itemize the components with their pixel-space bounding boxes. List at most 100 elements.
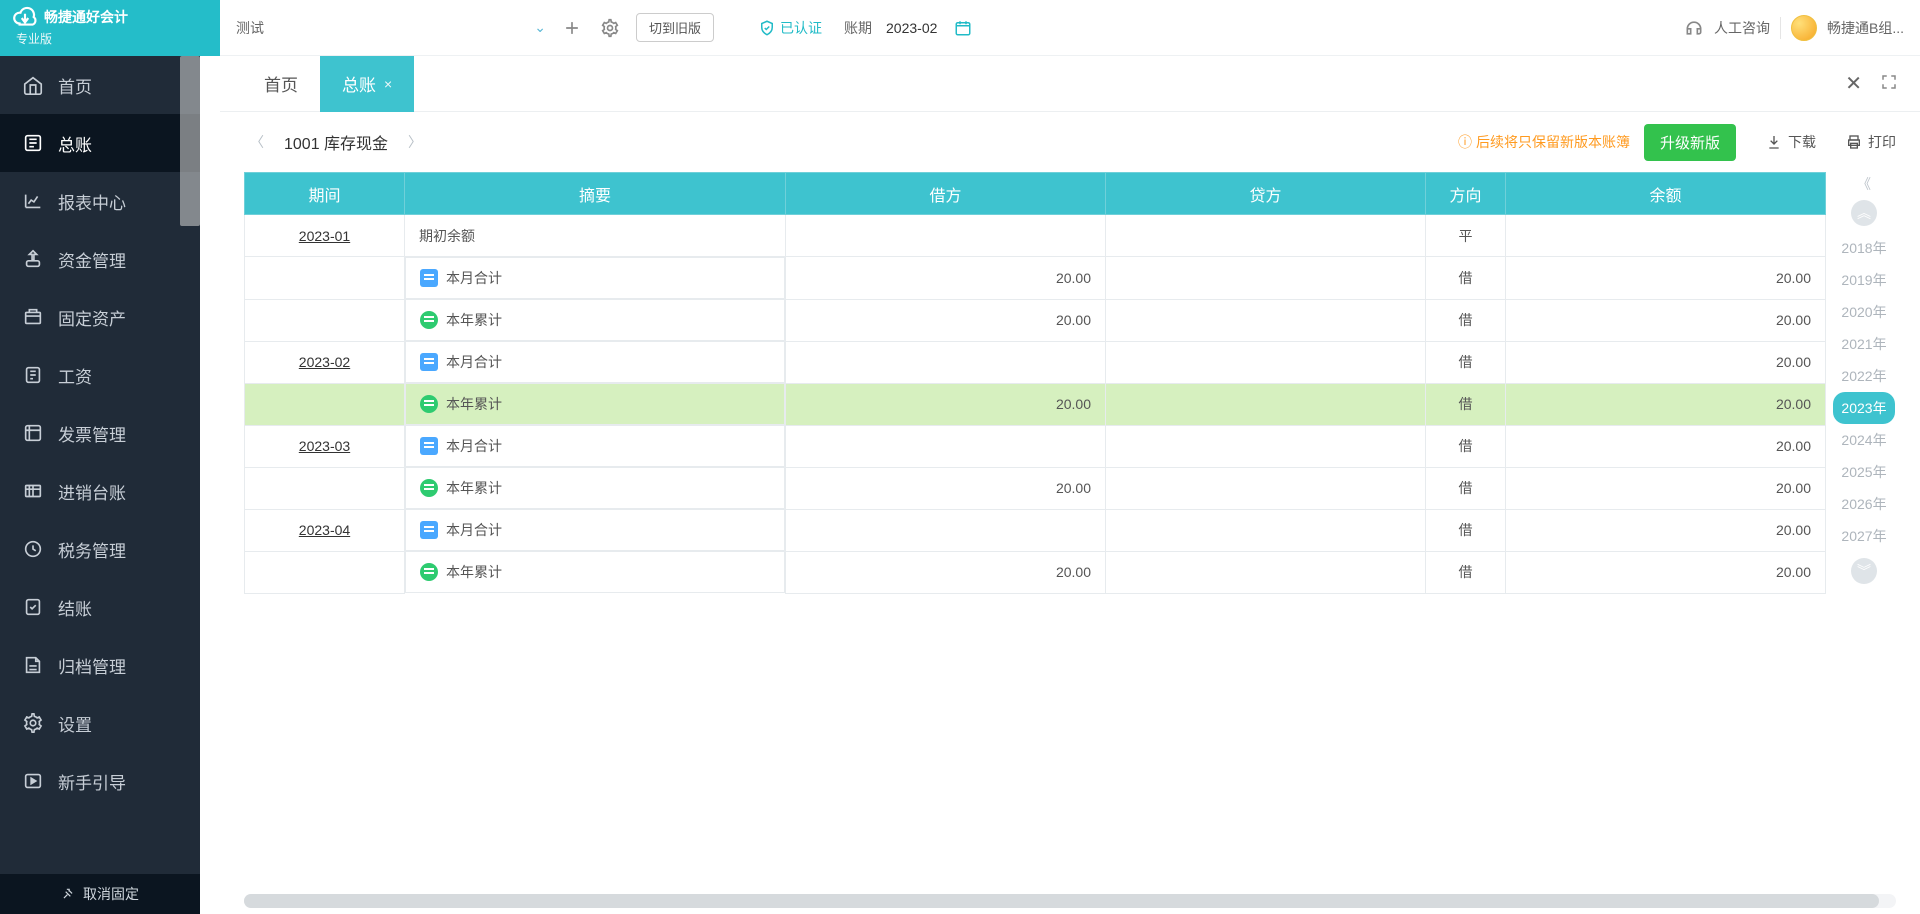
table-row: 2023-02本月合计借20.00 — [245, 341, 1826, 383]
cell-balance — [1506, 215, 1826, 257]
cell-debit: 20.00 — [786, 383, 1106, 425]
sidebar-item-label: 工资 — [58, 363, 92, 388]
cell-debit — [786, 341, 1106, 383]
year-option[interactable]: 2023年 — [1833, 392, 1894, 424]
brand-block: 畅捷通好会计 专业版 — [0, 0, 220, 56]
cloud-logo-icon — [12, 4, 38, 30]
col-dir: 方向 — [1426, 173, 1506, 215]
year-option[interactable]: 2027年 — [1833, 520, 1894, 552]
year-option[interactable]: 2025年 — [1833, 456, 1894, 488]
cell-summary: 本年累计 — [405, 299, 785, 341]
summary-badge-icon — [420, 563, 438, 581]
cell-period — [245, 299, 405, 341]
cell-balance: 20.00 — [1506, 551, 1826, 593]
cell-debit — [786, 215, 1106, 257]
headset-icon[interactable] — [1684, 18, 1704, 38]
fullscreen-icon[interactable] — [1880, 73, 1898, 94]
year-option[interactable]: 2022年 — [1833, 360, 1894, 392]
sidebar-item-5[interactable]: 工资 — [0, 346, 200, 404]
cell-credit — [1106, 215, 1426, 257]
cell-balance: 20.00 — [1506, 509, 1826, 551]
cell-period[interactable]: 2023-04 — [245, 509, 405, 551]
upgrade-button[interactable]: 升级新版 — [1644, 124, 1736, 161]
sidebar-item-label: 归档管理 — [58, 653, 126, 678]
cell-credit — [1106, 425, 1426, 467]
nav-icon — [22, 538, 44, 560]
sidebar-item-12[interactable]: 新手引导 — [0, 752, 200, 810]
nav-icon — [22, 248, 44, 270]
gear-icon[interactable] — [598, 16, 622, 40]
cell-debit: 20.00 — [786, 551, 1106, 593]
support-link[interactable]: 人工咨询 — [1714, 18, 1770, 38]
scrollbar-thumb[interactable] — [244, 894, 1879, 908]
sidebar-item-2[interactable]: 报表中心 — [0, 172, 200, 230]
rail-collapse-icon[interactable]: 《 — [1857, 174, 1871, 194]
cell-balance: 20.00 — [1506, 425, 1826, 467]
calendar-icon[interactable] — [951, 16, 975, 40]
cell-balance: 20.00 — [1506, 467, 1826, 509]
rail-up-icon[interactable]: ︽ — [1851, 200, 1877, 226]
nav-icon — [22, 770, 44, 792]
header-bar: 测试 ⌄ 切到旧版 已认证 账期 2023-02 人工咨询 畅捷通B组... — [220, 0, 1920, 56]
sidebar-item-10[interactable]: 归档管理 — [0, 636, 200, 694]
sidebar-item-3[interactable]: 资金管理 — [0, 230, 200, 288]
horizontal-scrollbar[interactable] — [244, 894, 1896, 908]
cell-credit — [1106, 257, 1426, 300]
unpin-button[interactable]: 取消固定 — [0, 874, 200, 914]
ledger-table: 期间 摘要 借方 贷方 方向 余额 2023-01期初余额平本月合计20.00借… — [244, 172, 1826, 594]
col-credit: 贷方 — [1106, 173, 1426, 215]
close-icon[interactable]: ✕ — [1845, 71, 1862, 96]
year-option[interactable]: 2020年 — [1833, 296, 1894, 328]
cell-dir: 借 — [1426, 257, 1506, 300]
deprecation-warning: ⓘ 后续将只保留新版本账簿 — [1458, 132, 1630, 152]
tab-home[interactable]: 首页 — [242, 56, 320, 112]
cell-summary: 期初余额 — [405, 215, 786, 257]
next-account-icon[interactable]: 〉 — [402, 126, 428, 158]
tabs-bar: 首页 总账 × ✕ — [220, 56, 1920, 112]
user-name[interactable]: 畅捷通B组... — [1827, 18, 1904, 38]
switch-old-button[interactable]: 切到旧版 — [636, 13, 714, 42]
company-select[interactable]: 测试 ⌄ — [236, 18, 546, 38]
summary-badge-icon — [420, 269, 438, 287]
cell-period[interactable]: 2023-03 — [245, 425, 405, 467]
cell-period[interactable]: 2023-02 — [245, 341, 405, 383]
rail-down-icon[interactable]: ︾ — [1851, 558, 1877, 584]
sidebar-item-6[interactable]: 发票管理 — [0, 404, 200, 462]
year-option[interactable]: 2018年 — [1833, 232, 1894, 264]
nav-icon — [22, 654, 44, 676]
add-icon[interactable] — [560, 16, 584, 40]
sidebar-item-7[interactable]: 进销台账 — [0, 462, 200, 520]
sidebar-item-label: 总账 — [58, 131, 92, 156]
sidebar-item-8[interactable]: 税务管理 — [0, 520, 200, 578]
cell-credit — [1106, 551, 1426, 593]
sidebar-scrollbar[interactable] — [180, 56, 200, 226]
sidebar-item-11[interactable]: 设置 — [0, 694, 200, 752]
print-button[interactable]: 打印 — [1846, 132, 1896, 152]
tab-ledger[interactable]: 总账 × — [320, 56, 414, 112]
close-tab-icon[interactable]: × — [384, 76, 392, 92]
year-option[interactable]: 2024年 — [1833, 424, 1894, 456]
avatar[interactable] — [1791, 15, 1817, 41]
info-icon: ⓘ — [1458, 132, 1472, 152]
sidebar-item-label: 结账 — [58, 595, 92, 620]
cell-credit — [1106, 299, 1426, 341]
cell-balance: 20.00 — [1506, 299, 1826, 341]
sidebar-item-9[interactable]: 结账 — [0, 578, 200, 636]
cell-dir: 借 — [1426, 425, 1506, 467]
sidebar-item-1[interactable]: 总账 — [0, 114, 200, 172]
year-option[interactable]: 2026年 — [1833, 488, 1894, 520]
sidebar-item-label: 固定资产 — [58, 305, 126, 330]
prev-account-icon[interactable]: 〈 — [244, 126, 270, 158]
year-option[interactable]: 2021年 — [1833, 328, 1894, 360]
sidebar-item-4[interactable]: 固定资产 — [0, 288, 200, 346]
sidebar-item-0[interactable]: 首页 — [0, 56, 200, 114]
cell-period[interactable]: 2023-01 — [245, 215, 405, 257]
summary-badge-icon — [420, 353, 438, 371]
sidebar-item-label: 首页 — [58, 73, 92, 98]
summary-badge-icon — [420, 395, 438, 413]
download-button[interactable]: 下载 — [1766, 132, 1816, 152]
cell-credit — [1106, 341, 1426, 383]
year-option[interactable]: 2019年 — [1833, 264, 1894, 296]
table-row: 2023-03本月合计借20.00 — [245, 425, 1826, 467]
summary-badge-icon — [420, 437, 438, 455]
